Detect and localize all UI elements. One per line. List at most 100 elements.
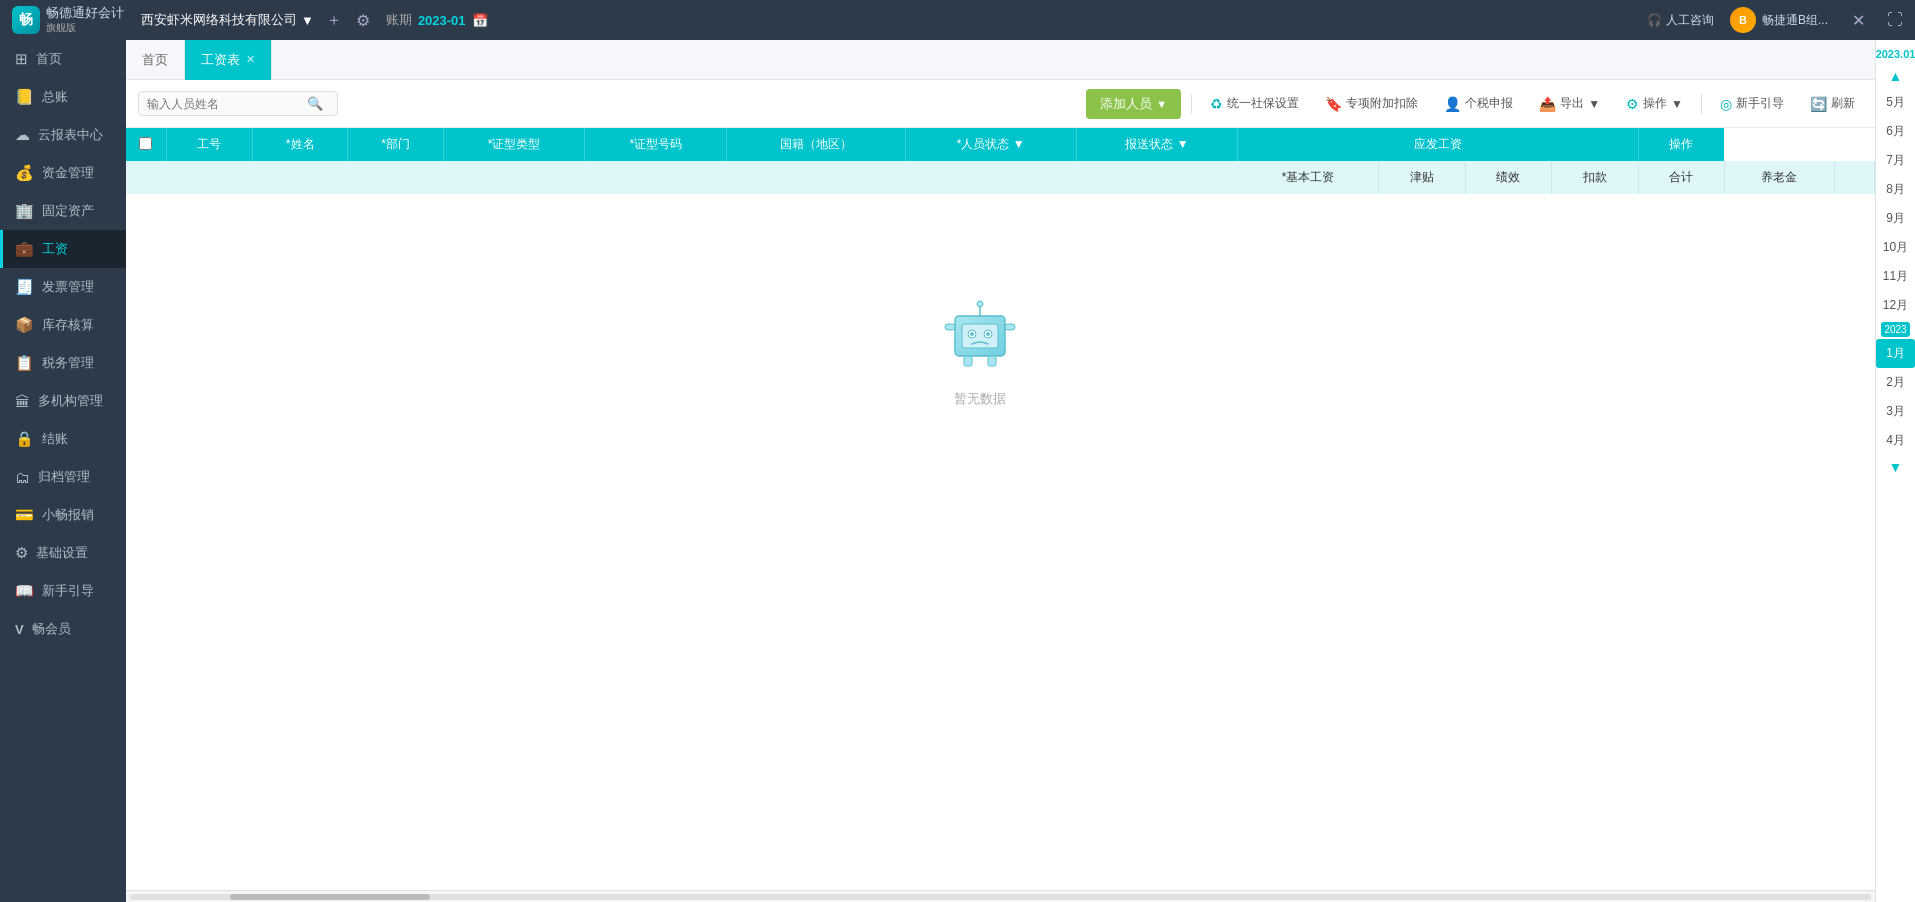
social-insurance-action[interactable]: ♻ 统一社保设置 <box>1202 91 1307 116</box>
sidebar-label-expense: 小畅报销 <box>42 506 94 524</box>
close-window-button[interactable]: ✕ <box>1852 11 1865 30</box>
sidebar-item-cloud-report[interactable]: ☁ 云报表中心 <box>0 116 126 154</box>
user-avatar: B <box>1730 7 1756 33</box>
svg-point-4 <box>970 332 974 336</box>
table-container: 工号 *姓名 *部门 *证型类型 *证型号码 国籍（地区） *人员状态 ▼ 报送… <box>126 128 1875 890</box>
header-id-number: *证型号码 <box>585 128 727 161</box>
no-data-area: 暂无数据 <box>126 194 1834 508</box>
add-person-button[interactable]: 添加人员 ▼ <box>1086 89 1181 119</box>
export-dropdown-icon: ▼ <box>1588 97 1600 111</box>
svg-rect-10 <box>945 324 955 330</box>
header-nationality: 国籍（地区） <box>727 128 906 161</box>
header-number: 工号 <box>166 128 252 161</box>
month-item-8[interactable]: 8月 <box>1876 175 1915 204</box>
sidebar-item-expense[interactable]: 💳 小畅报销 <box>0 496 126 534</box>
sidebar-item-guide[interactable]: 📖 新手引导 <box>0 572 126 610</box>
operations-dropdown-icon: ▼ <box>1671 97 1683 111</box>
sidebar-item-multi-org[interactable]: 🏛 多机构管理 <box>0 382 126 420</box>
guide-action-icon: ◎ <box>1720 96 1732 112</box>
refresh-action[interactable]: 🔄 刷新 <box>1802 91 1863 116</box>
sidebar-item-home[interactable]: ⊞ 首页 <box>0 40 126 78</box>
user-label: 畅捷通B组... <box>1762 12 1828 29</box>
sidebar-item-invoice[interactable]: 🧾 发票管理 <box>0 268 126 306</box>
add-person-label: 添加人员 <box>1100 95 1152 113</box>
tab-wage[interactable]: 工资表 ✕ <box>185 40 272 80</box>
sidebar-item-fund[interactable]: 💰 资金管理 <box>0 154 126 192</box>
sidebar-item-wage[interactable]: 💼 工资 <box>0 230 126 268</box>
table-body: 暂无数据 <box>126 194 1875 508</box>
app-subtitle: 旗舰版 <box>46 21 124 35</box>
special-deduct-icon: 🔖 <box>1325 96 1342 112</box>
refresh-label: 刷新 <box>1831 95 1855 112</box>
content-area: 首页 工资表 ✕ 🔍 添加人员 ▼ ♻ 统一社保设置 🔖 <box>126 40 1875 902</box>
sidebar-item-inventory[interactable]: 📦 库存核算 <box>0 306 126 344</box>
search-wrap[interactable]: 🔍 <box>138 91 338 116</box>
tab-home[interactable]: 首页 <box>126 40 185 80</box>
settings-button[interactable]: ⚙ <box>356 11 370 30</box>
service-icon: 🎧 <box>1647 13 1662 27</box>
panel-scroll-down[interactable]: ▼ <box>1885 455 1907 479</box>
sidebar-item-archive[interactable]: 🗂 归档管理 <box>0 458 126 496</box>
scrollbar-thumb[interactable] <box>230 894 430 900</box>
month-item-11[interactable]: 11月 <box>1876 262 1915 291</box>
expense-icon: 💳 <box>15 506 34 524</box>
svg-point-5 <box>986 332 990 336</box>
company-selector[interactable]: 西安虾米网络科技有限公司 ▼ <box>141 11 314 29</box>
svg-rect-11 <box>1005 324 1015 330</box>
calendar-icon[interactable]: 📅 <box>472 13 488 28</box>
right-panel: 2023.01 ▲ 5月 6月 7月 8月 9月 10月 11月 12月 202… <box>1875 40 1915 902</box>
company-name: 西安虾米网络科技有限公司 <box>141 11 297 29</box>
export-action[interactable]: 📤 导出 ▼ <box>1531 91 1608 116</box>
month-item-7[interactable]: 7月 <box>1876 146 1915 175</box>
tab-wage-close-icon[interactable]: ✕ <box>246 53 255 66</box>
fixed-asset-icon: 🏢 <box>15 202 34 220</box>
report-filter-icon[interactable]: ▼ <box>1177 137 1189 151</box>
sidebar-item-ledger[interactable]: 📒 总账 <box>0 78 126 116</box>
no-data-text: 暂无数据 <box>954 390 1006 408</box>
month-item-12[interactable]: 12月 <box>1876 291 1915 320</box>
month-item-6[interactable]: 6月 <box>1876 117 1915 146</box>
sidebar-label-inventory: 库存核算 <box>42 316 94 334</box>
sidebar-item-tax[interactable]: 📋 税务管理 <box>0 344 126 382</box>
close-period-icon: 🔒 <box>15 430 34 448</box>
maximize-window-button[interactable]: ⛶ <box>1887 11 1903 29</box>
status-filter-icon[interactable]: ▼ <box>1013 137 1025 151</box>
header-checkbox[interactable] <box>126 128 166 161</box>
period-display: 账期 2023-01 📅 <box>386 11 488 29</box>
add-company-button[interactable]: ＋ <box>326 10 342 31</box>
app-title: 畅德通好会计 <box>46 5 124 21</box>
user-button[interactable]: B 畅捷通B组... <box>1730 7 1828 33</box>
sidebar-item-fixed-asset[interactable]: 🏢 固定资产 <box>0 192 126 230</box>
month-item-10[interactable]: 10月 <box>1876 233 1915 262</box>
service-button[interactable]: 🎧 人工咨询 <box>1647 12 1714 29</box>
horizontal-scrollbar[interactable] <box>126 890 1875 902</box>
month-item-4[interactable]: 4月 <box>1876 426 1915 455</box>
sidebar-item-member[interactable]: V 畅会员 <box>0 610 126 648</box>
guide-icon: 📖 <box>15 582 34 600</box>
month-item-1[interactable]: 1月 <box>1876 339 1915 368</box>
no-data-row: 暂无数据 <box>126 194 1875 508</box>
personal-tax-icon: 👤 <box>1444 96 1461 112</box>
tax-icon: 📋 <box>15 354 34 372</box>
guide-action[interactable]: ◎ 新手引导 <box>1712 91 1792 116</box>
month-item-5[interactable]: 5月 <box>1876 88 1915 117</box>
app-logo: 畅 畅德通好会计 旗舰版 <box>12 5 137 35</box>
month-item-2[interactable]: 2月 <box>1876 368 1915 397</box>
scrollbar-track[interactable] <box>130 894 1871 900</box>
invoice-icon: 🧾 <box>15 278 34 296</box>
sidebar-label-fixed-asset: 固定资产 <box>42 202 94 220</box>
search-input[interactable] <box>147 97 307 111</box>
special-deduct-action[interactable]: 🔖 专项附加扣除 <box>1317 91 1426 116</box>
panel-scroll-up[interactable]: ▲ <box>1885 64 1907 88</box>
sidebar-label-multi-org: 多机构管理 <box>38 392 103 410</box>
sidebar-item-basic-settings[interactable]: ⚙ 基础设置 <box>0 534 126 572</box>
wage-table: 工号 *姓名 *部门 *证型类型 *证型号码 国籍（地区） *人员状态 ▼ 报送… <box>126 128 1875 508</box>
select-all-checkbox[interactable] <box>139 137 152 150</box>
personal-tax-action[interactable]: 👤 个税申报 <box>1436 91 1521 116</box>
month-item-9[interactable]: 9月 <box>1876 204 1915 233</box>
wage-icon: 💼 <box>15 240 34 258</box>
topbar-actions: ＋ ⚙ <box>326 10 370 31</box>
operations-action[interactable]: ⚙ 操作 ▼ <box>1618 91 1691 116</box>
sidebar-item-close-period[interactable]: 🔒 结账 <box>0 420 126 458</box>
month-item-3[interactable]: 3月 <box>1876 397 1915 426</box>
